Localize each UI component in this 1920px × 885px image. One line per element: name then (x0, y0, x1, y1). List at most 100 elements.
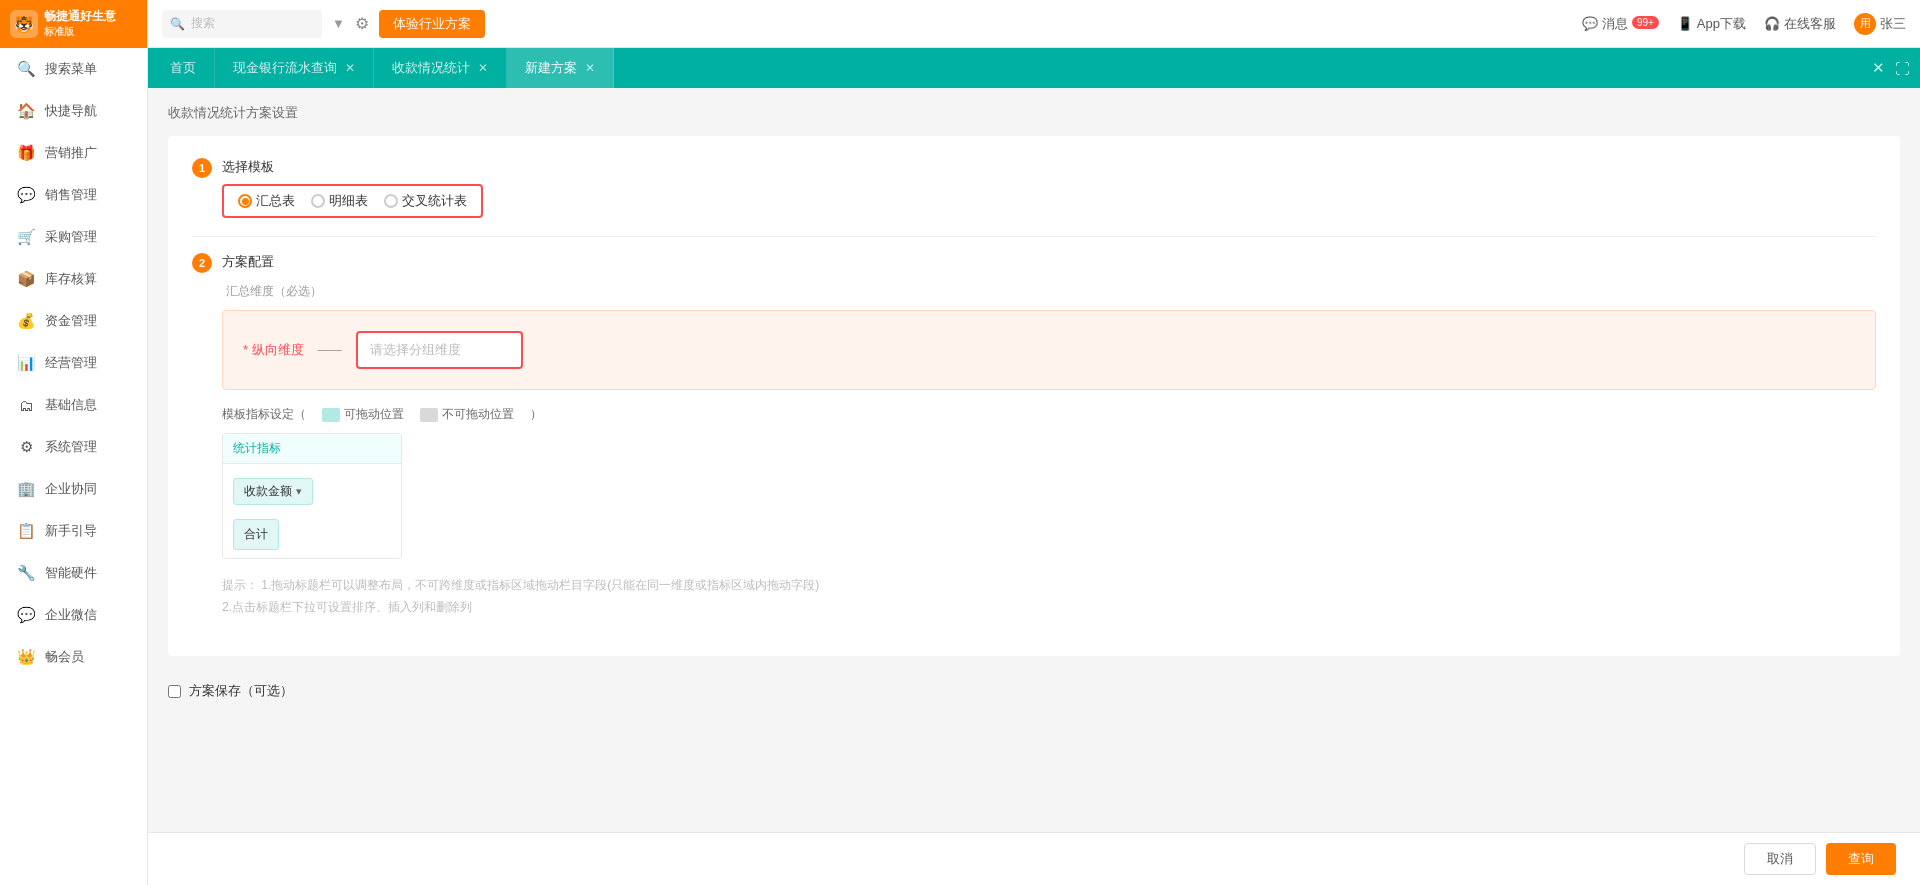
download-action[interactable]: 📱 App下载 (1677, 15, 1746, 33)
radio-cross[interactable]: 交叉统计表 (384, 192, 467, 210)
industry-btn[interactable]: 体验行业方案 (379, 10, 485, 38)
settings-card: 1 选择模板 汇总表 明细表 (168, 136, 1900, 656)
user-avatar: 用 (1854, 13, 1876, 35)
sidebar-logo: 🐯 畅捷通好生意 标准版 (0, 0, 147, 48)
content-area: 收款情况统计方案设置 1 选择模板 汇总表 (148, 88, 1920, 832)
enterprise-icon: 🏢 (17, 480, 35, 498)
sidebar-item-sales[interactable]: 💬 销售管理 (0, 174, 147, 216)
indicator-table: 统计指标 收款金额 ▾ 合计 (222, 433, 402, 559)
radio-detail-label: 明细表 (329, 192, 368, 210)
radio-summary-label: 汇总表 (256, 192, 295, 210)
tab-collection-stat[interactable]: 收款情况统计 ✕ (374, 48, 507, 88)
dimension-selector[interactable]: 请选择分组维度 (356, 331, 523, 369)
sidebar-item-wechat[interactable]: 💬 企业微信 (0, 594, 147, 636)
radio-detail[interactable]: 明细表 (311, 192, 368, 210)
tab-bank-flow[interactable]: 现金银行流水查询 ✕ (215, 48, 374, 88)
sidebar-item-operation[interactable]: 📊 经营管理 (0, 342, 147, 384)
sidebar-item-label: 系统管理 (45, 438, 97, 456)
service-label: 在线客服 (1784, 15, 1836, 33)
main-area: 🔍 搜索 ▼ ⚙ 体验行业方案 💬 消息 99+ 📱 App下载 🎧 在线客服 … (148, 0, 1920, 885)
save-checkbox[interactable] (168, 685, 181, 698)
tab-bar: 首页 现金银行流水查询 ✕ 收款情况统计 ✕ 新建方案 ✕ ✕ ⛶ (148, 48, 1920, 88)
sidebar-item-system[interactable]: ⚙ 系统管理 (0, 426, 147, 468)
search-menu-icon: 🔍 (17, 60, 35, 78)
cancel-button[interactable]: 取消 (1744, 843, 1816, 875)
legend-nodrag-label: 不可拖动位置 (442, 406, 514, 423)
sidebar-item-inventory[interactable]: 📦 库存核算 (0, 258, 147, 300)
top-bar: 🔍 搜索 ▼ ⚙ 体验行业方案 💬 消息 99+ 📱 App下载 🎧 在线客服 … (148, 0, 1920, 48)
newbie-icon: 📋 (17, 522, 35, 540)
tab-home-label: 首页 (170, 59, 196, 77)
indicators-legend-suffix: ） (530, 406, 542, 423)
indicator-chip-amount[interactable]: 收款金额 ▾ (233, 478, 313, 505)
sidebar-item-hardware[interactable]: 🔧 智能硬件 (0, 552, 147, 594)
purchase-icon: 🛒 (17, 228, 35, 246)
service-action[interactable]: 🎧 在线客服 (1764, 15, 1836, 33)
operation-icon: 📊 (17, 354, 35, 372)
search-box[interactable]: 🔍 搜索 (162, 10, 322, 38)
sidebar: 🐯 畅捷通好生意 标准版 🔍 搜索菜单 🏠 快捷导航 🎁 营销推广 💬 销售管理… (0, 0, 148, 885)
service-icon: 🎧 (1764, 16, 1780, 31)
tab-close-all-icon[interactable]: ✕ (1872, 59, 1885, 77)
basic-info-icon: 🗂 (17, 397, 35, 414)
template-select-box: 汇总表 明细表 交叉统计表 (222, 184, 483, 218)
notification-action[interactable]: 💬 消息 99+ (1582, 15, 1659, 33)
dimension-config: 汇总维度（必选） * 纵向维度 —— 请选择分组维度 (222, 283, 1876, 390)
tab-new-plan-close-icon[interactable]: ✕ (585, 61, 595, 75)
user-name: 张三 (1880, 15, 1906, 33)
sidebar-item-label: 新手引导 (45, 522, 97, 540)
settings-gear-icon[interactable]: ⚙ (355, 14, 369, 33)
radio-summary-circle (238, 194, 252, 208)
tip-2-text: 2.点击标题栏下拉可设置排序、插入列和删除列 (222, 597, 472, 619)
sidebar-item-basic-info[interactable]: 🗂 基础信息 (0, 384, 147, 426)
query-button[interactable]: 查询 (1826, 843, 1896, 875)
user-action[interactable]: 用 张三 (1854, 13, 1906, 35)
step1-title: 选择模板 (222, 158, 483, 176)
system-icon: ⚙ (17, 438, 35, 456)
indicators-legend-prefix: 模板指标设定（ (222, 406, 306, 423)
indicator-group-label: 统计指标 (223, 434, 401, 464)
top-bar-right: 💬 消息 99+ 📱 App下载 🎧 在线客服 用 张三 (1582, 13, 1906, 35)
sidebar-item-search-menu[interactable]: 🔍 搜索菜单 (0, 48, 147, 90)
sidebar-item-label: 资金管理 (45, 312, 97, 330)
sidebar-item-label: 智能硬件 (45, 564, 97, 582)
sales-icon: 💬 (17, 186, 35, 204)
search-placeholder: 搜索 (191, 15, 215, 32)
sidebar-item-newbie[interactable]: 📋 新手引导 (0, 510, 147, 552)
tip-1: 提示： 1.拖动标题栏可以调整布局，不可跨维度或指标区域拖动栏目字段(只能在同一… (222, 575, 1876, 597)
legend-nodrag: 不可拖动位置 (420, 406, 514, 423)
tab-bar-actions: ✕ ⛶ (1872, 48, 1920, 88)
sidebar-item-quick-nav[interactable]: 🏠 快捷导航 (0, 90, 147, 132)
notification-icon: 💬 (1582, 16, 1598, 31)
sidebar-item-marketing[interactable]: 🎁 营销推广 (0, 132, 147, 174)
sidebar-item-label: 经营管理 (45, 354, 97, 372)
sidebar-item-purchase[interactable]: 🛒 采购管理 (0, 216, 147, 258)
radio-summary[interactable]: 汇总表 (238, 192, 295, 210)
sidebar-item-label: 企业协同 (45, 480, 97, 498)
tip-2: 2.点击标题栏下拉可设置排序、插入列和删除列 (222, 597, 1876, 619)
hardware-icon: 🔧 (17, 564, 35, 582)
sidebar-item-enterprise[interactable]: 🏢 企业协同 (0, 468, 147, 510)
sidebar-item-label: 营销推广 (45, 144, 97, 162)
step1-section: 1 选择模板 汇总表 明细表 (192, 156, 1876, 218)
step2-badge: 2 (192, 253, 212, 273)
indicators-section: 模板指标设定（ 可拖动位置 不可拖动位置 ） (222, 406, 1876, 559)
vertical-dimension-label: * 纵向维度 (243, 341, 304, 359)
tab-new-plan[interactable]: 新建方案 ✕ (507, 48, 614, 88)
sidebar-item-finance[interactable]: 💰 资金管理 (0, 300, 147, 342)
sidebar-item-label: 畅会员 (45, 648, 84, 666)
dimension-row: * 纵向维度 —— 请选择分组维度 (243, 331, 1855, 369)
indicator-chip-label: 收款金额 (244, 483, 292, 500)
tab-collection-stat-label: 收款情况统计 (392, 59, 470, 77)
tab-bank-flow-close-icon[interactable]: ✕ (345, 61, 355, 75)
notification-badge: 99+ (1632, 16, 1659, 29)
tab-maximize-icon[interactable]: ⛶ (1895, 60, 1910, 77)
bottom-action-bar: 取消 查询 (148, 832, 1920, 885)
tab-collection-stat-close-icon[interactable]: ✕ (478, 61, 488, 75)
sidebar-item-vip[interactable]: 👑 畅会员 (0, 636, 147, 678)
tab-home[interactable]: 首页 (148, 48, 215, 88)
dropdown-arrow-icon[interactable]: ▼ (332, 16, 345, 31)
sidebar-item-label: 基础信息 (45, 396, 97, 414)
save-label: 方案保存（可选） (189, 682, 293, 700)
gift-icon: 🎁 (17, 144, 35, 162)
